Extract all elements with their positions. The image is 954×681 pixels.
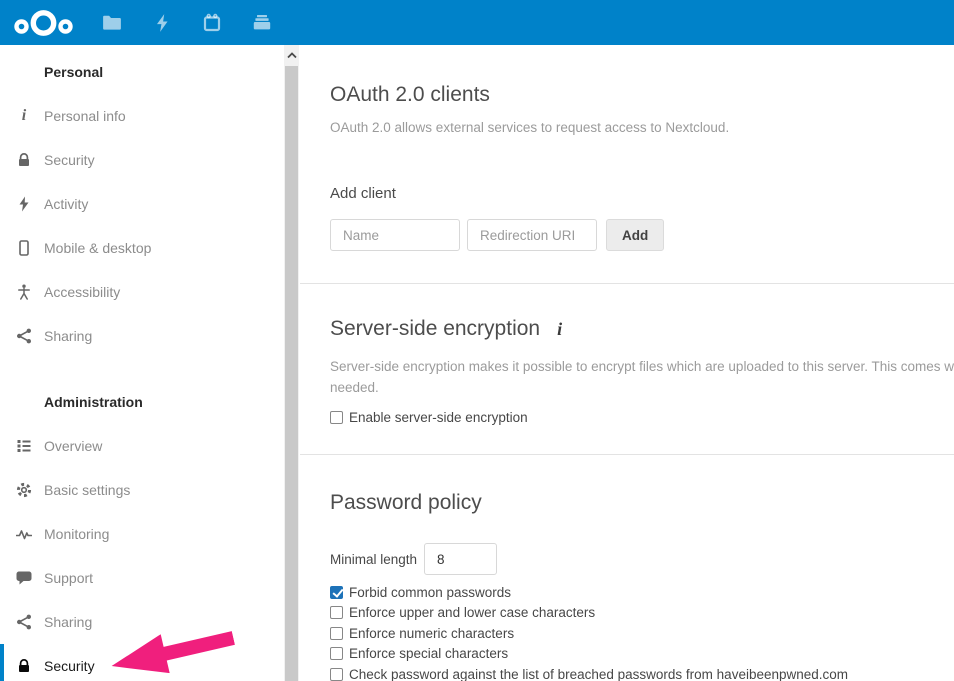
client-name-input[interactable]: [330, 219, 460, 251]
sidebar-item-overview[interactable]: Overview: [0, 424, 300, 468]
settings-sidebar: Personal i Personal info Security Activi…: [0, 45, 300, 681]
nextcloud-logo[interactable]: [12, 5, 76, 41]
sidebar-scrollbar[interactable]: [284, 45, 299, 681]
checkbox-label: Check password against the list of breac…: [349, 667, 848, 681]
sidebar-item-activity[interactable]: Activity: [0, 182, 300, 226]
add-client-button[interactable]: Add: [606, 219, 664, 251]
enforce-special-checkbox[interactable]: [330, 647, 343, 660]
password-policy-checkboxes: Forbid common passwords Enforce upper an…: [330, 582, 954, 681]
sidebar-item-personal-info[interactable]: i Personal info: [0, 94, 300, 138]
sidebar-item-label: Sharing: [44, 328, 92, 344]
sidebar-item-label: Support: [44, 570, 93, 586]
checkbox-label: Enforce numeric characters: [349, 626, 514, 641]
checkbox-label: Enforce special characters: [349, 646, 508, 661]
calendar-app-button[interactable]: [187, 0, 237, 45]
sidebar-item-sharing-admin[interactable]: Sharing: [0, 600, 300, 644]
sidebar-heading-administration: Administration: [0, 380, 300, 424]
oauth-description: OAuth 2.0 allows external services to re…: [330, 120, 954, 135]
enable-encryption-label: Enable server-side encryption: [349, 410, 528, 425]
sidebar-item-security-admin[interactable]: Security: [0, 644, 300, 681]
oauth-section: OAuth 2.0 clients OAuth 2.0 allows exter…: [300, 45, 954, 284]
info-icon[interactable]: i: [557, 319, 562, 340]
lock-icon: [16, 658, 32, 674]
password-policy-title: Password policy: [330, 491, 954, 515]
sidebar-item-label: Sharing: [44, 614, 92, 630]
sidebar-item-label: Security: [44, 658, 95, 674]
accessibility-icon: [16, 284, 32, 300]
scrollbar-up-button[interactable]: [284, 45, 299, 66]
forbid-common-passwords-row[interactable]: Forbid common passwords: [330, 582, 954, 603]
encryption-description-line2: needed.: [330, 377, 954, 398]
sidebar-item-label: Accessibility: [44, 284, 120, 300]
checkbox-label: Enforce upper and lower case characters: [349, 605, 595, 620]
sidebar-item-sharing-personal[interactable]: Sharing: [0, 314, 300, 358]
phone-icon: [16, 240, 32, 256]
deck-app-button[interactable]: [237, 0, 287, 45]
check-breached-passwords-checkbox[interactable]: [330, 668, 343, 681]
sidebar-item-security-personal[interactable]: Security: [0, 138, 300, 182]
forbid-common-passwords-checkbox[interactable]: [330, 586, 343, 599]
scrollbar-thumb[interactable]: [285, 66, 298, 681]
sidebar-section-personal: Personal i Personal info Security Activi…: [0, 50, 300, 358]
enforce-numeric-row[interactable]: Enforce numeric characters: [330, 623, 954, 644]
info-icon: i: [16, 108, 32, 124]
enforce-upper-lower-checkbox[interactable]: [330, 606, 343, 619]
gear-icon: [16, 482, 32, 498]
bolt-icon: [16, 196, 32, 212]
app-body: Personal i Personal info Security Activi…: [0, 45, 954, 681]
check-breached-passwords-row[interactable]: Check password against the list of breac…: [330, 664, 954, 681]
add-client-form: Add: [330, 219, 954, 251]
chevron-up-icon: [287, 52, 297, 59]
chat-icon: [16, 570, 32, 586]
encryption-description-line1: Server-side encryption makes it possible…: [330, 356, 954, 377]
redirection-uri-input[interactable]: [467, 219, 597, 251]
sidebar-item-monitoring[interactable]: Monitoring: [0, 512, 300, 556]
password-policy-section: Password policy Minimal length Forbid co…: [300, 455, 954, 681]
activity-bolt-icon: [153, 13, 171, 33]
encryption-section: Server-side encryption i Server-side enc…: [300, 284, 954, 455]
sidebar-item-label: Mobile & desktop: [44, 240, 151, 256]
sidebar-item-label: Security: [44, 152, 95, 168]
enforce-upper-lower-row[interactable]: Enforce upper and lower case characters: [330, 603, 954, 624]
enforce-special-row[interactable]: Enforce special characters: [330, 644, 954, 665]
enable-encryption-row[interactable]: Enable server-side encryption: [330, 410, 954, 425]
minimal-length-input[interactable]: [424, 543, 497, 575]
files-folder-icon: [102, 14, 122, 32]
sidebar-item-label: Activity: [44, 196, 88, 212]
calendar-icon: [202, 13, 222, 33]
top-header-bar: [0, 0, 954, 45]
sidebar-item-label: Overview: [44, 438, 102, 454]
pulse-icon: [16, 526, 32, 542]
list-icon: [16, 438, 32, 454]
sidebar-item-accessibility[interactable]: Accessibility: [0, 270, 300, 314]
deck-stack-icon: [252, 13, 272, 32]
minimal-length-label: Minimal length: [330, 552, 417, 567]
sidebar-section-administration: Administration Overview Basic settings M…: [0, 380, 300, 681]
minimal-length-row: Minimal length: [330, 543, 954, 575]
share-icon: [16, 614, 32, 630]
files-app-button[interactable]: [87, 0, 137, 45]
nextcloud-logo-icon: [12, 5, 76, 41]
lock-icon: [16, 152, 32, 168]
sidebar-item-label: Basic settings: [44, 482, 130, 498]
encryption-description: Server-side encryption makes it possible…: [330, 356, 954, 398]
sidebar-item-label: Monitoring: [44, 526, 109, 542]
sidebar-item-label: Personal info: [44, 108, 126, 124]
sidebar-item-basic-settings[interactable]: Basic settings: [0, 468, 300, 512]
nextcloud-admin-security-page: { "colors": { "brand-blue": "#0082c9", "…: [0, 0, 954, 681]
app-menu: [87, 0, 287, 45]
add-client-heading: Add client: [330, 185, 954, 203]
sidebar-item-support[interactable]: Support: [0, 556, 300, 600]
sidebar-item-mobile-desktop[interactable]: Mobile & desktop: [0, 226, 300, 270]
enforce-numeric-checkbox[interactable]: [330, 627, 343, 640]
encryption-title: Server-side encryption: [330, 317, 540, 341]
checkbox-label: Forbid common passwords: [349, 585, 511, 600]
share-icon: [16, 328, 32, 344]
main-content: OAuth 2.0 clients OAuth 2.0 allows exter…: [300, 45, 954, 681]
enable-encryption-checkbox[interactable]: [330, 411, 343, 424]
sidebar-heading-personal: Personal: [0, 50, 300, 94]
activity-app-button[interactable]: [137, 0, 187, 45]
oauth-title: OAuth 2.0 clients: [330, 83, 954, 107]
